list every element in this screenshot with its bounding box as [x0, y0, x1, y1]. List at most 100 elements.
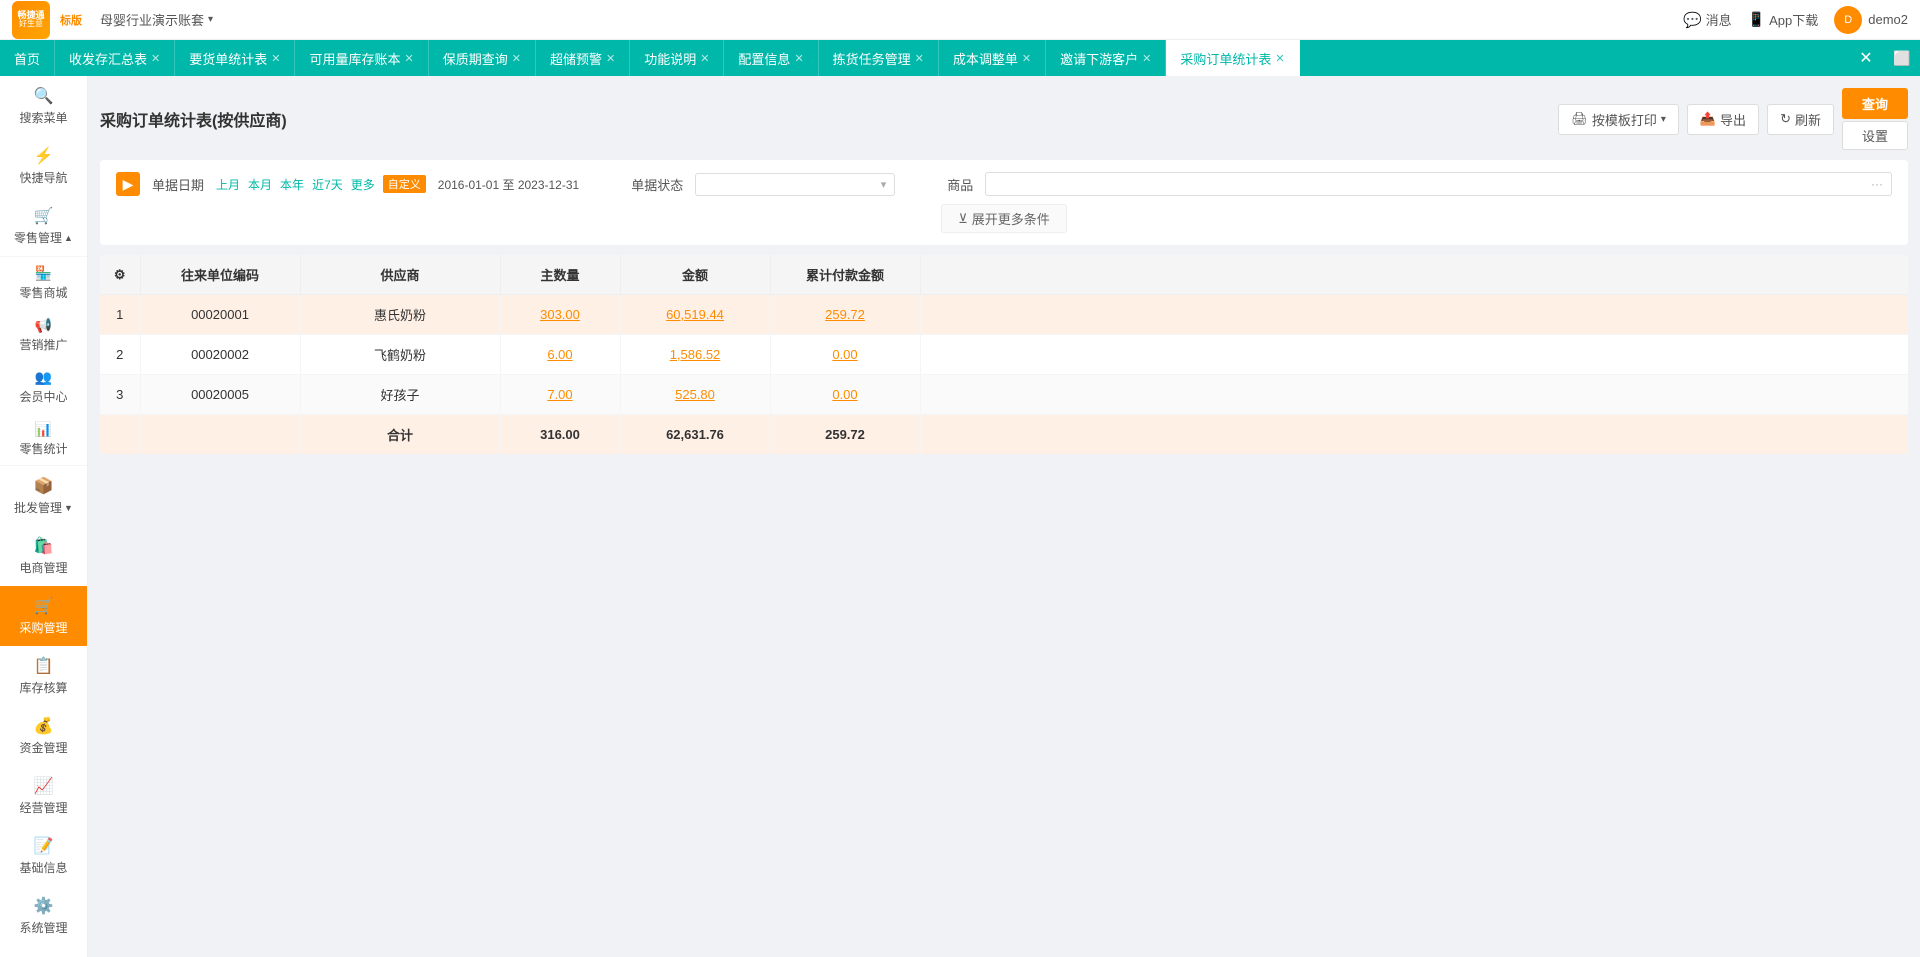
col-settings-header[interactable]: ⚙ [100, 255, 140, 295]
nav-tabs-bar: 首页 收发存汇总表✕ 要货单统计表✕ 可用量库存账本✕ 保质期查询✕ 超储预警✕… [0, 40, 1920, 76]
tab-function-guide[interactable]: 功能说明✕ [630, 40, 724, 76]
tab-restore-btn[interactable]: ⬜ [1884, 40, 1920, 76]
row-1-supplier: 惠氏奶粉 [300, 295, 500, 335]
sidebar-item-inventory[interactable]: 📋 库存核算 [0, 646, 87, 706]
page-header: 采购订单统计表(按供应商) 🖨 按模板打印 ▾ 📤 导出 ↻ 刷新 查询 设 [100, 88, 1908, 150]
tab-close-btn[interactable]: ✕ [1848, 40, 1884, 76]
sidebar-item-purchase[interactable]: 🛒 采购管理 [0, 586, 87, 646]
footer-paid: 259.72 [770, 415, 920, 455]
tab-pick-task[interactable]: 拣货任务管理✕ [819, 40, 939, 76]
col-amount-header[interactable]: 金额 [620, 255, 770, 295]
app-download-btn[interactable]: 📱 App下载 [1748, 10, 1819, 29]
row-2-qty[interactable]: 6.00 [500, 335, 620, 375]
sidebar: 🔍 搜索菜单 ⚡ 快捷导航 🛒 零售管理▲ 🏪 零售商城 📢 营销推广 👥 会员… [0, 76, 88, 957]
tab-overstock[interactable]: 超储预警✕ [536, 40, 630, 76]
table-row[interactable]: 3 00020005 好孩子 7.00 525.80 0.00 [100, 375, 1908, 415]
row-1-qty[interactable]: 303.00 [500, 295, 620, 335]
col-qty-header[interactable]: 主数量 [500, 255, 620, 295]
row-3-supplier: 好孩子 [300, 375, 500, 415]
app-version-label: 标版 [60, 12, 82, 28]
template-print-btn[interactable]: 🖨 按模板打印 ▾ [1558, 104, 1679, 135]
row-2-paid[interactable]: 0.00 [770, 335, 920, 375]
sidebar-item-retail-stats[interactable]: 📊 零售统计 [0, 413, 87, 466]
user-avatar[interactable]: D demo2 [1834, 6, 1908, 34]
table-row[interactable]: 2 00020002 飞鹤奶粉 6.00 1,586.52 0.00 [100, 335, 1908, 375]
footer-qty: 316.00 [500, 415, 620, 455]
date-range-display: 2016-01-01 至 2023-12-31 [438, 176, 579, 193]
row-1-paid[interactable]: 259.72 [770, 295, 920, 335]
filter-collapse-btn[interactable]: ▶ [116, 172, 140, 196]
message-btn[interactable]: 💬 消息 [1683, 10, 1732, 29]
sidebar-item-search[interactable]: 🔍 搜索菜单 [0, 76, 87, 136]
col-paid-header[interactable]: 累计付款金额 [770, 255, 920, 295]
shortcut-this-month[interactable]: 本月 [248, 176, 272, 193]
sidebar-item-system[interactable]: ⚙️ 系统管理 [0, 886, 87, 946]
shortcut-last-month[interactable]: 上月 [216, 176, 240, 193]
row-1-amount[interactable]: 60,519.44 [620, 295, 770, 335]
row-3-qty[interactable]: 7.00 [500, 375, 620, 415]
footer-extra [920, 415, 1908, 455]
footer-amount: 62,631.76 [620, 415, 770, 455]
table-row[interactable]: 1 00020001 惠氏奶粉 303.00 60,519.44 259.72 [100, 295, 1908, 335]
row-2-supplier: 飞鹤奶粉 [300, 335, 500, 375]
footer-label: 合计 [300, 415, 500, 455]
shortcut-7days[interactable]: 近7天 [312, 176, 343, 193]
query-btn[interactable]: 查询 [1842, 88, 1908, 119]
sidebar-item-basic-info[interactable]: 📝 基础信息 [0, 826, 87, 886]
settings-btn[interactable]: 设置 [1842, 121, 1908, 150]
custom-tag: 自定义 [383, 175, 426, 193]
logo: 畅捷通 好生意 [12, 1, 50, 39]
tab-expiry[interactable]: 保质期查询✕ [429, 40, 536, 76]
expand-more-btn[interactable]: ⊻ 展开更多条件 [941, 204, 1067, 233]
date-filter-label: 单据日期 [152, 175, 204, 194]
row-2-amount[interactable]: 1,586.52 [620, 335, 770, 375]
tab-purchase-order-stats[interactable]: 采购订单统计表✕ [1166, 40, 1299, 76]
sidebar-item-retail-mall[interactable]: 🏪 零售商城 [0, 257, 87, 309]
tab-inventory-book[interactable]: 可用量库存账本✕ [295, 40, 428, 76]
row-1-supplier-code: 00020001 [140, 295, 300, 335]
page-title: 采购订单统计表(按供应商) [100, 107, 287, 131]
row-3-amount[interactable]: 525.80 [620, 375, 770, 415]
filter-area: ▶ 单据日期 上月 本月 本年 近7天 更多 自定义 2016-01-01 至 … [100, 160, 1908, 245]
row-3-supplier-code: 00020005 [140, 375, 300, 415]
sidebar-item-ecommerce[interactable]: 🛍️ 电商管理 [0, 526, 87, 586]
col-supplier-code-header[interactable]: 往来单位编码 [140, 255, 300, 295]
sidebar-item-quick-nav[interactable]: ⚡ 快捷导航 [0, 136, 87, 196]
status-select[interactable]: ▾ [695, 173, 895, 196]
row-2-supplier-code: 00020002 [140, 335, 300, 375]
tab-order-stats[interactable]: 要货单统计表✕ [175, 40, 295, 76]
filter-row-1: ▶ 单据日期 上月 本月 本年 近7天 更多 自定义 2016-01-01 至 … [116, 172, 1892, 196]
tab-home[interactable]: 首页 [0, 40, 55, 76]
export-btn[interactable]: 📤 导出 [1687, 104, 1759, 135]
shortcut-this-year[interactable]: 本年 [280, 176, 304, 193]
sidebar-item-enterprise[interactable]: 🤝 企业协同 [0, 946, 87, 957]
sidebar-item-retail-mgmt[interactable]: 🛒 零售管理▲ [0, 196, 87, 257]
refresh-btn[interactable]: ↻ 刷新 [1767, 104, 1834, 135]
footer-empty2 [140, 415, 300, 455]
main-content: 采购订单统计表(按供应商) 🖨 按模板打印 ▾ 📤 导出 ↻ 刷新 查询 设 [88, 76, 1920, 957]
col-supplier-header[interactable]: 供应商 [300, 255, 500, 295]
sidebar-item-finance[interactable]: 💰 资金管理 [0, 706, 87, 766]
tab-config[interactable]: 配置信息✕ [724, 40, 818, 76]
row-3-paid[interactable]: 0.00 [770, 375, 920, 415]
col-extra-header [920, 255, 1908, 295]
footer-empty [100, 415, 140, 455]
date-shortcuts: 上月 本月 本年 近7天 更多 自定义 [216, 175, 426, 193]
sidebar-item-wholesale[interactable]: 📦 批发管理▼ [0, 466, 87, 526]
sidebar-item-member-center[interactable]: 👥 会员中心 [0, 361, 87, 413]
goods-input[interactable]: ··· [985, 172, 1892, 196]
tab-receive-send[interactable]: 收发存汇总表✕ [55, 40, 175, 76]
tab-invite-downstream[interactable]: 邀请下游客户✕ [1046, 40, 1166, 76]
table-container: ⚙ 往来单位编码 供应商 主数量 金额 [100, 255, 1908, 454]
top-bar: 畅捷通 好生意 标版 母婴行业演示账套 ▾ 💬 消息 📱 App下载 D dem… [0, 0, 1920, 40]
sidebar-item-marketing[interactable]: 📢 营销推广 [0, 309, 87, 361]
tab-cost-adjust[interactable]: 成本调整单✕ [939, 40, 1046, 76]
workspace-selector[interactable]: 母婴行业演示账套 ▾ [100, 10, 213, 29]
table-footer-row: 合计 316.00 62,631.76 259.72 [100, 415, 1908, 455]
row-1-num: 1 [100, 295, 140, 335]
shortcut-more[interactable]: 更多 [351, 176, 375, 193]
sidebar-item-operations[interactable]: 📈 经营管理 [0, 766, 87, 826]
row-3-num: 3 [100, 375, 140, 415]
row-2-extra [920, 335, 1908, 375]
status-filter-label: 单据状态 [631, 175, 683, 194]
